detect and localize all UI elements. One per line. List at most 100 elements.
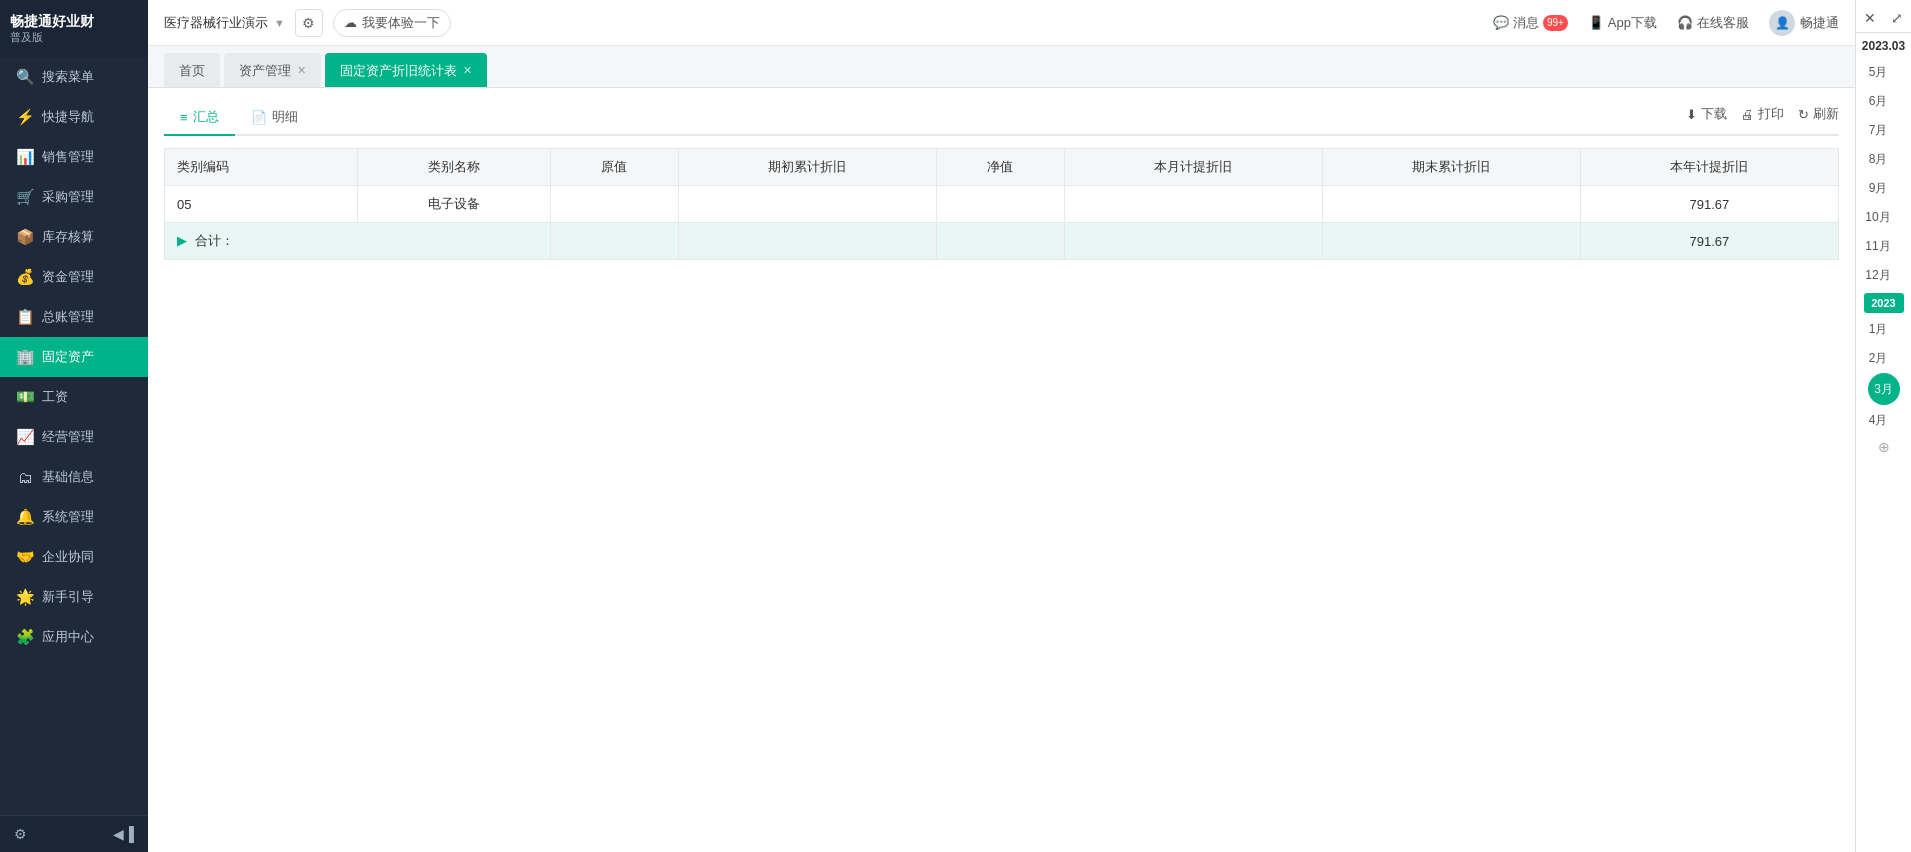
sales-icon: 📊 — [16, 148, 34, 166]
month-item-current-4[interactable]: 4月 — [1856, 406, 1900, 434]
operations-icon: 📈 — [16, 428, 34, 446]
settings-icon[interactable]: ⚙ — [14, 826, 27, 842]
month-item-5[interactable]: 5月 — [1856, 58, 1900, 86]
sidebar-item-operations[interactable]: 📈经营管理 — [0, 417, 148, 457]
col-annual: 本年计提折旧 — [1580, 149, 1838, 186]
company-arrow-icon: ▼ — [274, 17, 285, 29]
tab-asset-mgmt[interactable]: 资产管理 ✕ — [224, 53, 321, 87]
collapse-icon[interactable]: ◀▐ — [113, 826, 134, 842]
basic-icon: 🗂 — [16, 469, 34, 486]
company-name: 医疗器械行业演示 — [164, 14, 268, 32]
sidebar-item-ledger[interactable]: 📋总账管理 — [0, 297, 148, 337]
sidebar-item-search[interactable]: 🔍搜索菜单 — [0, 57, 148, 97]
month-nav-down-icon[interactable]: ⊕ — [1856, 435, 1911, 459]
content-area: ≡ 汇总 📄 明细 ⬇ 下载 🖨 打印 ↻ 刷新 — [148, 88, 1855, 852]
tab-depreciation[interactable]: 固定资产折旧统计表✕ — [325, 53, 487, 87]
sidebar-label-quick: 快捷导航 — [42, 108, 94, 126]
col-name: 类别名称 — [357, 149, 550, 186]
month-item-10[interactable]: 10月 — [1856, 203, 1900, 231]
footer-label: ▶ 合计： — [165, 223, 551, 260]
tab-home[interactable]: 首页 — [164, 53, 220, 87]
download-btn[interactable]: ⬇ 下载 — [1686, 105, 1727, 123]
month-item-current-1[interactable]: 1月 — [1856, 315, 1900, 343]
download-label: 下载 — [1701, 105, 1727, 123]
month-item-12[interactable]: 12月 — [1856, 261, 1900, 289]
month-item-11[interactable]: 11月 — [1856, 232, 1900, 260]
sidebar-item-purchase[interactable]: 🛒采购管理 — [0, 177, 148, 217]
tab-close-depreciation[interactable]: ✕ — [463, 64, 472, 77]
sidebar-label-inventory: 库存核算 — [42, 228, 94, 246]
sidebar-item-guide[interactable]: 🌟新手引导 — [0, 577, 148, 617]
sidebar-label-system: 系统管理 — [42, 508, 94, 526]
sidebar-item-fixed[interactable]: 🏢 固定资产 — [0, 337, 148, 377]
month-item-6[interactable]: 6月 — [1856, 87, 1900, 115]
tab-bar: 首页资产管理✕固定资产折旧统计表✕ — [148, 46, 1855, 88]
table-row: 05 电子设备 791.67 — [165, 186, 1839, 223]
messages-btn[interactable]: 💬 消息 99+ — [1493, 14, 1568, 32]
row-annual: 791.67 — [1580, 186, 1838, 223]
sidebar-item-app[interactable]: 🧩应用中心 — [0, 617, 148, 657]
row-original — [550, 186, 678, 223]
refresh-label: 刷新 — [1813, 105, 1839, 123]
trial-btn[interactable]: ☁ 我要体验一下 — [333, 9, 451, 37]
user-menu[interactable]: 👤 畅捷通 — [1769, 10, 1839, 36]
sidebar-item-basic[interactable]: 🗂基础信息 — [0, 457, 148, 497]
sidebar-nav: 🔍搜索菜单 ⚡ 快捷导航 📊销售管理🛒采购管理 📦 库存核算 💰资金管理📋总账管理 🏢 固定资产… — [0, 57, 148, 815]
company-selector[interactable]: 医疗器械行业演示 ▼ — [164, 14, 285, 32]
download-icon: 📱 — [1588, 15, 1604, 30]
avatar: 👤 — [1769, 10, 1795, 36]
sidebar-item-sales[interactable]: 📊销售管理 — [0, 137, 148, 177]
app-title: 畅捷通好业财 — [10, 12, 94, 30]
tab-close-asset-mgmt[interactable]: ✕ — [297, 64, 306, 77]
month-item-current-2[interactable]: 2月 — [1856, 344, 1900, 372]
subtab-detail-label: 明细 — [272, 108, 298, 126]
subtab-detail[interactable]: 📄 明细 — [235, 100, 314, 136]
online-service-btn[interactable]: 🎧 在线客服 — [1677, 14, 1749, 32]
subtab-summary[interactable]: ≡ 汇总 — [164, 100, 235, 136]
cloud-icon: ☁ — [344, 15, 357, 30]
sidebar-logo: 畅捷通好业财 普及版 — [0, 0, 148, 57]
sidebar-label-ledger: 总账管理 — [42, 308, 94, 326]
refresh-icon: ↻ — [1798, 107, 1809, 122]
sidebar: 畅捷通好业财 普及版 🔍搜索菜单 ⚡ 快捷导航 📊销售管理🛒采购管理 📦 库存核算 💰资金管… — [0, 0, 148, 852]
footer-annual: 791.67 — [1580, 223, 1838, 260]
topbar-right: 💬 消息 99+ 📱 App下载 🎧 在线客服 👤 畅捷通 — [1493, 10, 1839, 36]
sidebar-label-fixed: 固定资产 — [42, 348, 94, 366]
system-icon: 🔔 — [16, 508, 34, 526]
col-code: 类别编码 — [165, 149, 358, 186]
table-footer-row: ▶ 合计： 791.67 — [165, 223, 1839, 260]
sidebar-item-inventory[interactable]: 📦 库存核算 — [0, 217, 148, 257]
panel-expand-btn[interactable]: ⤢ — [1891, 10, 1903, 26]
salary-icon: 💵 — [16, 388, 34, 406]
topbar-settings-btn[interactable]: ⚙ — [295, 9, 323, 37]
sidebar-label-search: 搜索菜单 — [42, 68, 94, 86]
month-item-9[interactable]: 9月 — [1856, 174, 1900, 202]
sidebar-label-salary: 工资 — [42, 388, 68, 406]
sidebar-item-salary[interactable]: 💵 工资 — [0, 377, 148, 417]
inventory-icon: 📦 — [16, 228, 34, 246]
app-download-btn[interactable]: 📱 App下载 — [1588, 14, 1657, 32]
sidebar-item-enterprise[interactable]: 🤝企业协同 — [0, 537, 148, 577]
quick-icon: ⚡ — [16, 108, 34, 126]
messages-label: 消息 — [1513, 14, 1539, 32]
messages-badge: 99+ — [1543, 15, 1568, 31]
sidebar-item-system[interactable]: 🔔 系统管理 — [0, 497, 148, 537]
app-download-label: App下载 — [1608, 14, 1657, 32]
month-item-current-3[interactable]: 3月 — [1868, 373, 1900, 405]
month-item-7[interactable]: 7月 — [1856, 116, 1900, 144]
tab-label-asset-mgmt: 资产管理 — [239, 62, 291, 80]
sidebar-item-quick[interactable]: ⚡ 快捷导航 — [0, 97, 148, 137]
col-end-accum: 期末累计折旧 — [1322, 149, 1580, 186]
expand-icon[interactable]: ▶ — [177, 233, 187, 248]
finance-icon: 💰 — [16, 268, 34, 286]
print-btn[interactable]: 🖨 打印 — [1741, 105, 1784, 123]
download-icon2: ⬇ — [1686, 107, 1697, 122]
enterprise-icon: 🤝 — [16, 548, 34, 566]
fixed-icon: 🏢 — [16, 348, 34, 366]
sidebar-item-finance[interactable]: 💰资金管理 — [0, 257, 148, 297]
row-monthly — [1064, 186, 1322, 223]
panel-year-display: 2023.03 — [1858, 33, 1909, 57]
month-item-8[interactable]: 8月 — [1856, 145, 1900, 173]
refresh-btn[interactable]: ↻ 刷新 — [1798, 105, 1839, 123]
panel-close-btn[interactable]: ✕ — [1864, 10, 1876, 26]
